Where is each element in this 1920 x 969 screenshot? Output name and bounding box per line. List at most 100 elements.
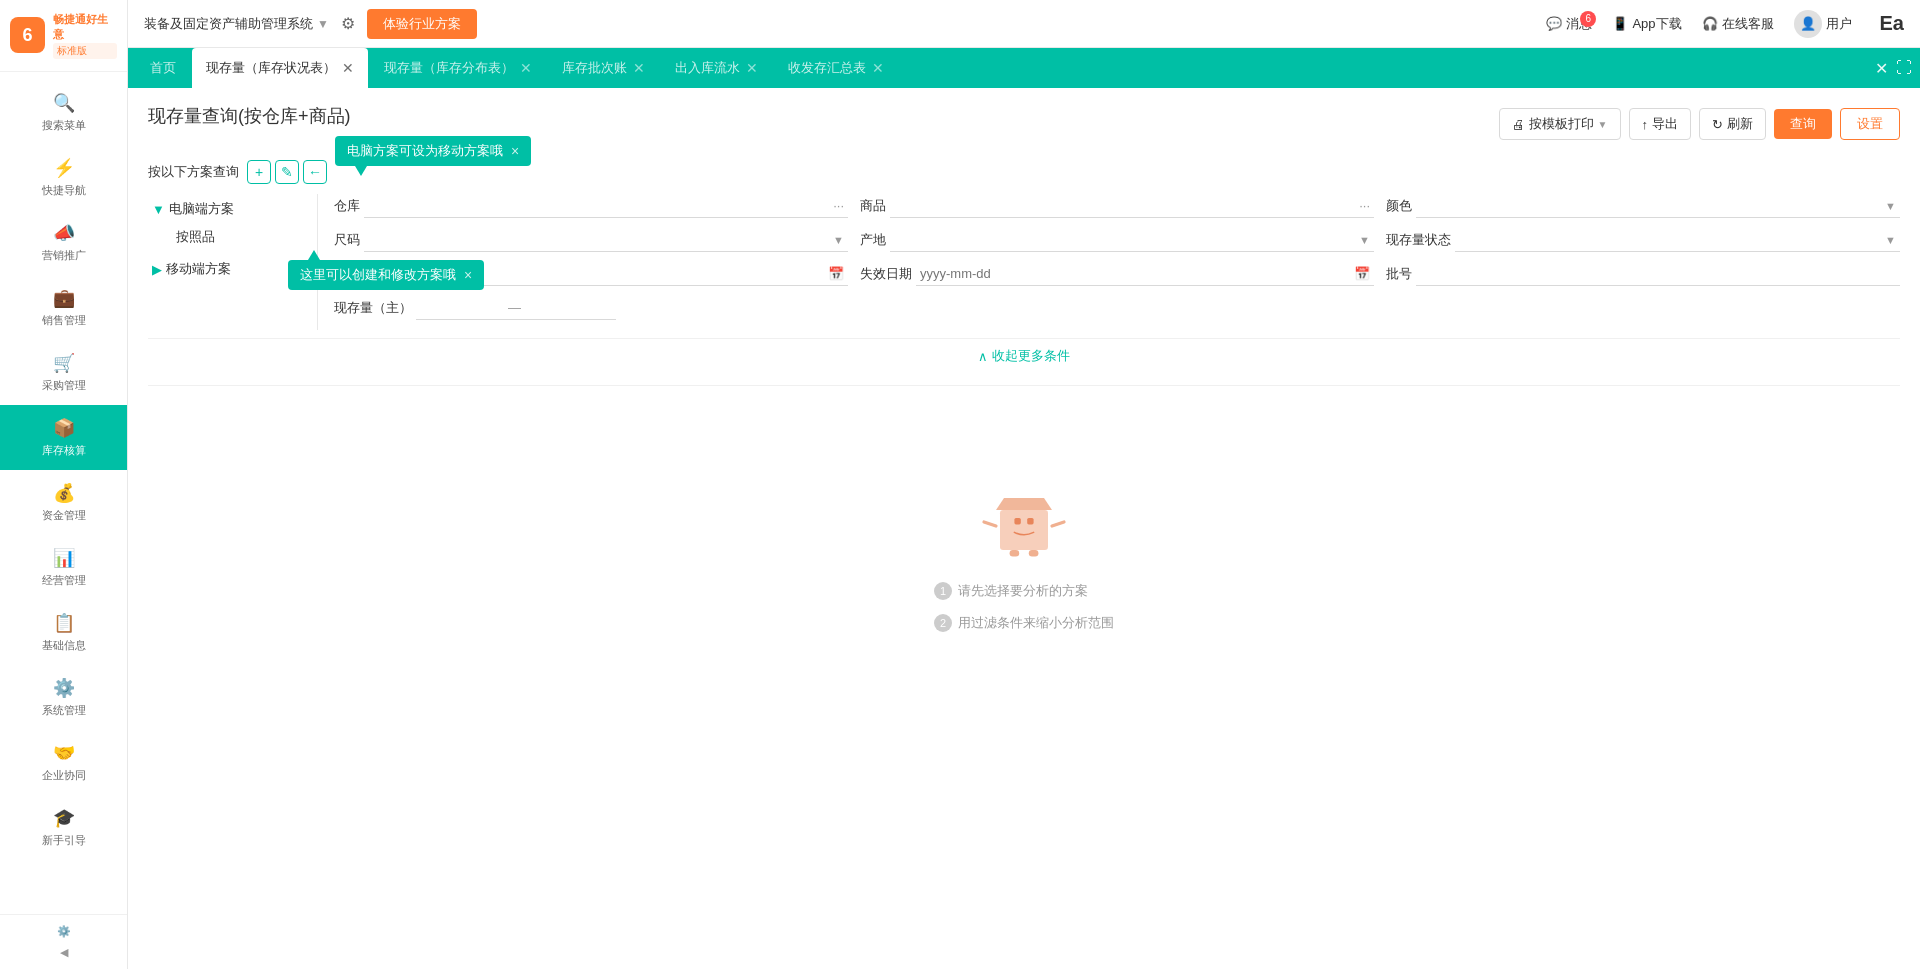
sidebar-item-inventory[interactable]: 📦 库存核算 [0, 405, 127, 470]
export-btn[interactable]: ↑ 导出 [1629, 108, 1692, 140]
sidebar-item-purchase[interactable]: 🛒 采购管理 [0, 340, 127, 405]
prod-date-calendar-icon[interactable]: 📅 [828, 266, 844, 281]
tab-inventory-status-close[interactable]: ✕ [342, 60, 354, 76]
tooltip-pc-scenario: 电脑方案可设为移动方案哦 × [335, 136, 531, 166]
mobile-scenario-header[interactable]: ▶ 移动端方案 [148, 254, 309, 284]
warehouse-input-wrap[interactable]: ··· [364, 194, 848, 218]
sidebar-item-finance[interactable]: 💰 资金管理 [0, 470, 127, 535]
goods-input-wrap[interactable]: ··· [890, 194, 1374, 218]
tab-inout-label: 出入库流水 [675, 59, 740, 77]
top-header: 装备及固定资产辅助管理系统 ▼ ⚙ 体验行业方案 💬 消息 6 📱 App下载 … [128, 0, 1920, 48]
header-settings-icon[interactable]: ⚙ [341, 14, 355, 33]
sidebar-nav: 🔍 搜索菜单 ⚡ 快捷导航 📣 营销推广 💼 销售管理 🛒 采购管理 📦 库存核… [0, 72, 127, 914]
sidebar-settings-btn[interactable]: ⚙️ [57, 925, 71, 938]
exp-date-calendar-icon[interactable]: 📅 [1354, 266, 1370, 281]
system-title-select[interactable]: 装备及固定资产辅助管理系统 ▼ [144, 15, 329, 33]
exp-date-input-wrap[interactable]: 📅 [916, 262, 1374, 286]
sidebar-item-system[interactable]: ⚙️ 系统管理 [0, 665, 127, 730]
stock-status-input[interactable] [1459, 232, 1885, 247]
batch-input-wrap[interactable] [1416, 262, 1900, 286]
color-select-wrap[interactable]: ▼ [1416, 194, 1900, 218]
sidebar-item-sales-label: 销售管理 [42, 313, 86, 328]
warehouse-input[interactable] [368, 198, 833, 213]
app-download-btn[interactable]: 📱 App下载 [1612, 15, 1681, 33]
tooltip2-text: 这里可以创建和修改方案哦 [300, 266, 456, 284]
color-filter: 颜色 ▼ [1386, 194, 1900, 218]
tab-batch-close[interactable]: ✕ [633, 60, 645, 76]
logo-icon: 6 [10, 17, 45, 53]
size-input[interactable] [368, 232, 833, 247]
sidebar-item-guide[interactable]: 🎓 新手引导 [0, 795, 127, 860]
add-scenario-btn[interactable]: + [247, 160, 271, 184]
quantity-min-input[interactable] [420, 300, 500, 315]
search-btn[interactable]: 查询 [1774, 109, 1832, 139]
tab-receive[interactable]: 收发存汇总表 ✕ [774, 48, 898, 88]
sidebar: 6 畅捷通好生意 标准版 🔍 搜索菜单 ⚡ 快捷导航 📣 营销推广 💼 销售管理… [0, 0, 128, 969]
sidebar-item-search[interactable]: 🔍 搜索菜单 [0, 80, 127, 145]
svg-rect-0 [1000, 510, 1048, 550]
origin-select-wrap[interactable]: ▼ [890, 228, 1374, 252]
tooltip2-close[interactable]: × [464, 267, 472, 283]
pc-scenario-header[interactable]: ▼ 电脑端方案 [148, 194, 309, 224]
page-actions: 🖨 按模板打印 ▼ ↑ 导出 ↻ 刷新 查询 设置 [1499, 108, 1900, 140]
batch-input[interactable] [1420, 266, 1896, 281]
purchase-icon: 🛒 [53, 352, 75, 374]
tab-inout[interactable]: 出入库流水 ✕ [661, 48, 772, 88]
tooltip1-text: 电脑方案可设为移动方案哦 [347, 142, 503, 160]
collapse-bar[interactable]: ∧ 收起更多条件 [148, 338, 1900, 373]
sidebar-item-marketing[interactable]: 📣 营销推广 [0, 210, 127, 275]
trial-btn[interactable]: 体验行业方案 [367, 9, 477, 39]
enterprise-icon: 🤝 [53, 742, 75, 764]
color-input[interactable] [1420, 198, 1885, 213]
empty-illustration [974, 478, 1074, 558]
origin-input[interactable] [894, 232, 1359, 247]
support-btn[interactable]: 🎧 在线客服 [1702, 15, 1774, 33]
tip-num-1: 1 [934, 582, 952, 600]
ea-badge: Ea [1880, 12, 1904, 35]
close-all-tabs-btn[interactable]: ✕ [1875, 59, 1888, 78]
support-icon: 🎧 [1702, 16, 1718, 31]
goods-input[interactable] [894, 198, 1359, 213]
stock-status-select-wrap[interactable]: ▼ [1455, 228, 1900, 252]
message-action-wrap: 💬 消息 6 [1546, 15, 1592, 33]
avatar-icon: 👤 [1800, 16, 1816, 31]
tab-inventory-status[interactable]: 现存量（库存状况表） ✕ [192, 48, 368, 88]
tab-inventory-dist[interactable]: 现存量（库存分布表） ✕ [370, 48, 546, 88]
message-badge: 6 [1580, 11, 1596, 27]
top-header-right: 💬 消息 6 📱 App下载 🎧 在线客服 👤 用户 Ea [1546, 10, 1904, 38]
sidebar-item-enterprise[interactable]: 🤝 企业协同 [0, 730, 127, 795]
tab-batch[interactable]: 库存批次账 ✕ [548, 48, 659, 88]
edit-scenario-btn[interactable]: ✎ [275, 160, 299, 184]
size-select-wrap[interactable]: ▼ [364, 228, 848, 252]
expand-btn[interactable]: ⛶ [1896, 59, 1912, 77]
basic-icon: 📋 [53, 612, 75, 634]
print-btn[interactable]: 🖨 按模板打印 ▼ [1499, 108, 1621, 140]
sidebar-item-basic[interactable]: 📋 基础信息 [0, 600, 127, 665]
quantity-input-wrap[interactable]: — [416, 296, 616, 320]
pc-scenario-expand-icon: ▼ [152, 202, 165, 217]
user-btn[interactable]: 👤 用户 [1794, 10, 1852, 38]
sidebar-item-operations[interactable]: 📊 经营管理 [0, 535, 127, 600]
sidebar-collapse-btn[interactable]: ◀ [60, 946, 68, 959]
back-btn[interactable]: ← [303, 160, 327, 184]
empty-state: 1 请先选择要分析的方案 2 用过滤条件来缩小分析范围 [148, 398, 1900, 716]
settings-btn[interactable]: 设置 [1840, 108, 1900, 140]
tab-inventory-dist-close[interactable]: ✕ [520, 60, 532, 76]
filter-label: 按以下方案查询 [148, 163, 239, 181]
sidebar-item-sales[interactable]: 💼 销售管理 [0, 275, 127, 340]
filter-fields: 仓库 ··· 商品 ··· [318, 194, 1900, 330]
exp-date-input[interactable] [920, 266, 1354, 281]
scenario-default-label: 按照品 [176, 229, 215, 244]
tip-text-2: 用过滤条件来缩小分析范围 [958, 610, 1114, 636]
tab-home[interactable]: 首页 [136, 48, 190, 88]
tab-receive-close[interactable]: ✕ [872, 60, 884, 76]
tab-inventory-dist-label: 现存量（库存分布表） [384, 59, 514, 77]
finance-icon: 💰 [53, 482, 75, 504]
tab-inout-close[interactable]: ✕ [746, 60, 758, 76]
refresh-btn[interactable]: ↻ 刷新 [1699, 108, 1766, 140]
logo-title: 畅捷通好生意 [53, 12, 117, 43]
tooltip1-close[interactable]: × [511, 143, 519, 159]
sidebar-item-quicknav[interactable]: ⚡ 快捷导航 [0, 145, 127, 210]
pc-scenario-label: 电脑端方案 [169, 200, 234, 218]
scenario-item-default[interactable]: 按照品 [168, 224, 309, 250]
